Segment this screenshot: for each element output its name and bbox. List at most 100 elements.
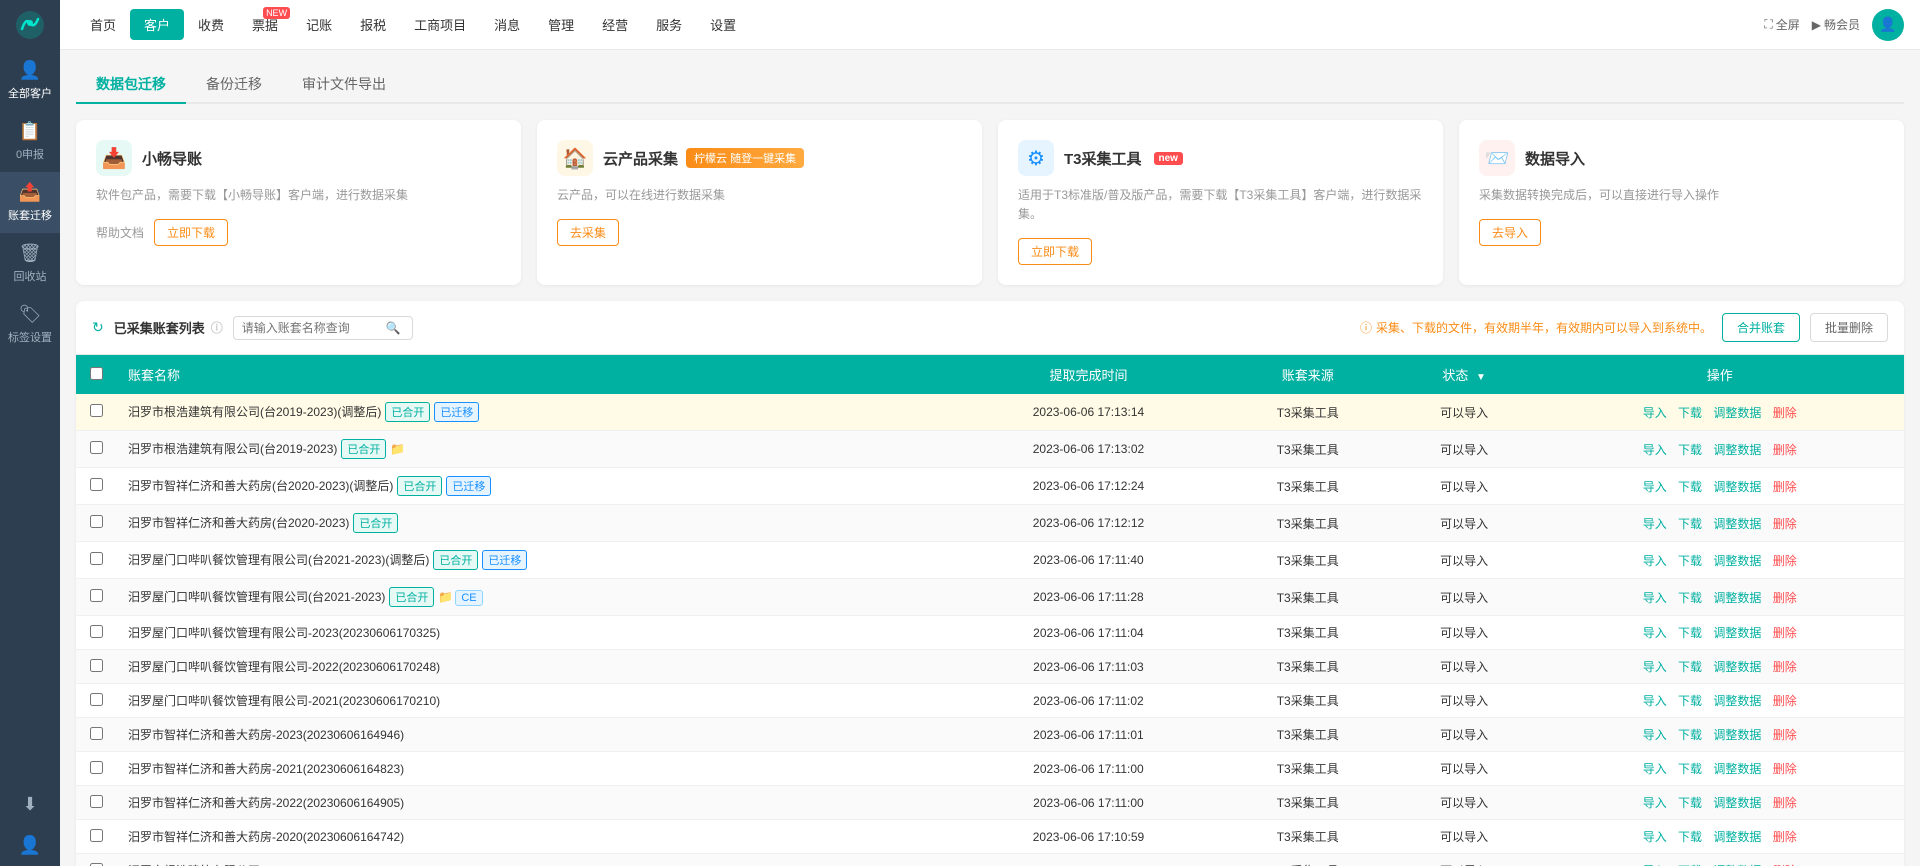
folder-icon[interactable]: 📁	[390, 442, 405, 456]
download-link[interactable]: 下载	[1678, 694, 1702, 708]
nav-invoice[interactable]: 票据 NEW	[238, 9, 292, 40]
row-checkbox[interactable]	[90, 795, 103, 808]
delete-link[interactable]: 删除	[1773, 517, 1797, 531]
adjust-data-link[interactable]: 调整数据	[1713, 694, 1761, 708]
delete-link[interactable]: 删除	[1773, 762, 1797, 776]
delete-link[interactable]: 删除	[1773, 660, 1797, 674]
import-link[interactable]: 导入	[1643, 554, 1667, 568]
tab-data-migrate[interactable]: 数据包迁移	[76, 66, 186, 104]
download-link[interactable]: 下载	[1678, 406, 1702, 420]
nav-service[interactable]: 服务	[642, 9, 696, 40]
delete-link[interactable]: 删除	[1773, 591, 1797, 605]
batch-delete-btn[interactable]: 批量删除	[1810, 313, 1888, 342]
tab-backup-migrate[interactable]: 备份迁移	[186, 66, 282, 102]
download-link[interactable]: 下载	[1678, 443, 1702, 457]
row-checkbox[interactable]	[90, 441, 103, 454]
download-link[interactable]: 下载	[1678, 554, 1702, 568]
row-checkbox[interactable]	[90, 625, 103, 638]
row-checkbox[interactable]	[90, 829, 103, 842]
download-link[interactable]: 下载	[1678, 626, 1702, 640]
nav-operation[interactable]: 经营	[588, 9, 642, 40]
search-input[interactable]	[242, 321, 382, 335]
help-doc-link[interactable]: 帮助文档	[96, 224, 144, 241]
nav-accounting[interactable]: 记账	[292, 9, 346, 40]
nav-client[interactable]: 客户	[130, 9, 184, 40]
import-link[interactable]: 导入	[1643, 728, 1667, 742]
row-checkbox[interactable]	[90, 478, 103, 491]
download-link[interactable]: 下载	[1678, 660, 1702, 674]
nav-settings[interactable]: 设置	[696, 9, 750, 40]
import-link[interactable]: 导入	[1643, 660, 1667, 674]
refresh-icon[interactable]: ↻	[92, 319, 104, 336]
adjust-data-link[interactable]: 调整数据	[1713, 480, 1761, 494]
search-icon[interactable]: 🔍	[386, 321, 401, 335]
row-checkbox[interactable]	[90, 515, 103, 528]
delete-link[interactable]: 删除	[1773, 796, 1797, 810]
header-checkbox[interactable]	[76, 355, 116, 394]
download-link[interactable]: 下载	[1678, 762, 1702, 776]
row-checkbox[interactable]	[90, 693, 103, 706]
sidebar-item-zero-declare[interactable]: 📋 0申报	[0, 111, 60, 172]
nav-manage[interactable]: 管理	[534, 9, 588, 40]
adjust-data-link[interactable]: 调整数据	[1713, 443, 1761, 457]
import-link[interactable]: 导入	[1643, 406, 1667, 420]
merge-btn[interactable]: 合并账套	[1722, 313, 1800, 342]
sidebar-item-tag-settings[interactable]: 🏷 标签设置	[0, 294, 60, 355]
delete-link[interactable]: 删除	[1773, 480, 1797, 494]
nav-message[interactable]: 消息	[480, 9, 534, 40]
download-link[interactable]: 下载	[1678, 591, 1702, 605]
delete-link[interactable]: 删除	[1773, 626, 1797, 640]
adjust-data-link[interactable]: 调整数据	[1713, 830, 1761, 844]
nav-home[interactable]: 首页	[76, 9, 130, 40]
sidebar-item-download[interactable]: ⬇	[0, 784, 60, 825]
download-link[interactable]: 下载	[1678, 517, 1702, 531]
adjust-data-link[interactable]: 调整数据	[1713, 591, 1761, 605]
download-link[interactable]: 下载	[1678, 480, 1702, 494]
import-link[interactable]: 导入	[1643, 762, 1667, 776]
select-all-checkbox[interactable]	[90, 367, 103, 380]
adjust-data-link[interactable]: 调整数据	[1713, 762, 1761, 776]
import-link[interactable]: 导入	[1643, 517, 1667, 531]
tab-audit-export[interactable]: 审计文件导出	[282, 66, 406, 102]
download-link[interactable]: 下载	[1678, 830, 1702, 844]
row-checkbox[interactable]	[90, 659, 103, 672]
row-checkbox[interactable]	[90, 404, 103, 417]
row-checkbox[interactable]	[90, 552, 103, 565]
nav-tax[interactable]: 报税	[346, 9, 400, 40]
t3-download-btn[interactable]: 立即下载	[1018, 238, 1092, 265]
sidebar-item-all-clients[interactable]: 👤 全部客户	[0, 50, 60, 111]
adjust-data-link[interactable]: 调整数据	[1713, 626, 1761, 640]
ce-tag[interactable]: CE	[455, 590, 482, 606]
row-checkbox[interactable]	[90, 761, 103, 774]
nav-business[interactable]: 工商项目	[400, 9, 480, 40]
delete-link[interactable]: 删除	[1773, 728, 1797, 742]
nav-billing[interactable]: 收费	[184, 9, 238, 40]
row-checkbox[interactable]	[90, 727, 103, 740]
sidebar-item-account-migrate[interactable]: 📤 账套迁移	[0, 172, 60, 233]
avatar[interactable]: 👤	[1872, 9, 1904, 41]
folder-icon[interactable]: 📁	[438, 590, 453, 604]
go-collect-btn[interactable]: 去采集	[557, 219, 619, 246]
header-status[interactable]: 状态 ▼	[1393, 355, 1536, 394]
import-link[interactable]: 导入	[1643, 694, 1667, 708]
download-now-btn[interactable]: 立即下载	[154, 219, 228, 246]
import-link[interactable]: 导入	[1643, 443, 1667, 457]
adjust-data-link[interactable]: 调整数据	[1713, 554, 1761, 568]
go-import-btn[interactable]: 去导入	[1479, 219, 1541, 246]
adjust-data-link[interactable]: 调整数据	[1713, 728, 1761, 742]
adjust-data-link[interactable]: 调整数据	[1713, 406, 1761, 420]
member-btn[interactable]: ▶ 畅会员	[1812, 16, 1860, 33]
adjust-data-link[interactable]: 调整数据	[1713, 660, 1761, 674]
fullscreen-btn[interactable]: ⛶ 全屏	[1764, 16, 1799, 33]
download-link[interactable]: 下载	[1678, 796, 1702, 810]
row-checkbox[interactable]	[90, 589, 103, 602]
delete-link[interactable]: 删除	[1773, 554, 1797, 568]
delete-link[interactable]: 删除	[1773, 443, 1797, 457]
import-link[interactable]: 导入	[1643, 626, 1667, 640]
import-link[interactable]: 导入	[1643, 796, 1667, 810]
sidebar-item-recycle[interactable]: 🗑 回收站	[0, 233, 60, 294]
delete-link[interactable]: 删除	[1773, 406, 1797, 420]
adjust-data-link[interactable]: 调整数据	[1713, 796, 1761, 810]
adjust-data-link[interactable]: 调整数据	[1713, 517, 1761, 531]
import-link[interactable]: 导入	[1643, 480, 1667, 494]
